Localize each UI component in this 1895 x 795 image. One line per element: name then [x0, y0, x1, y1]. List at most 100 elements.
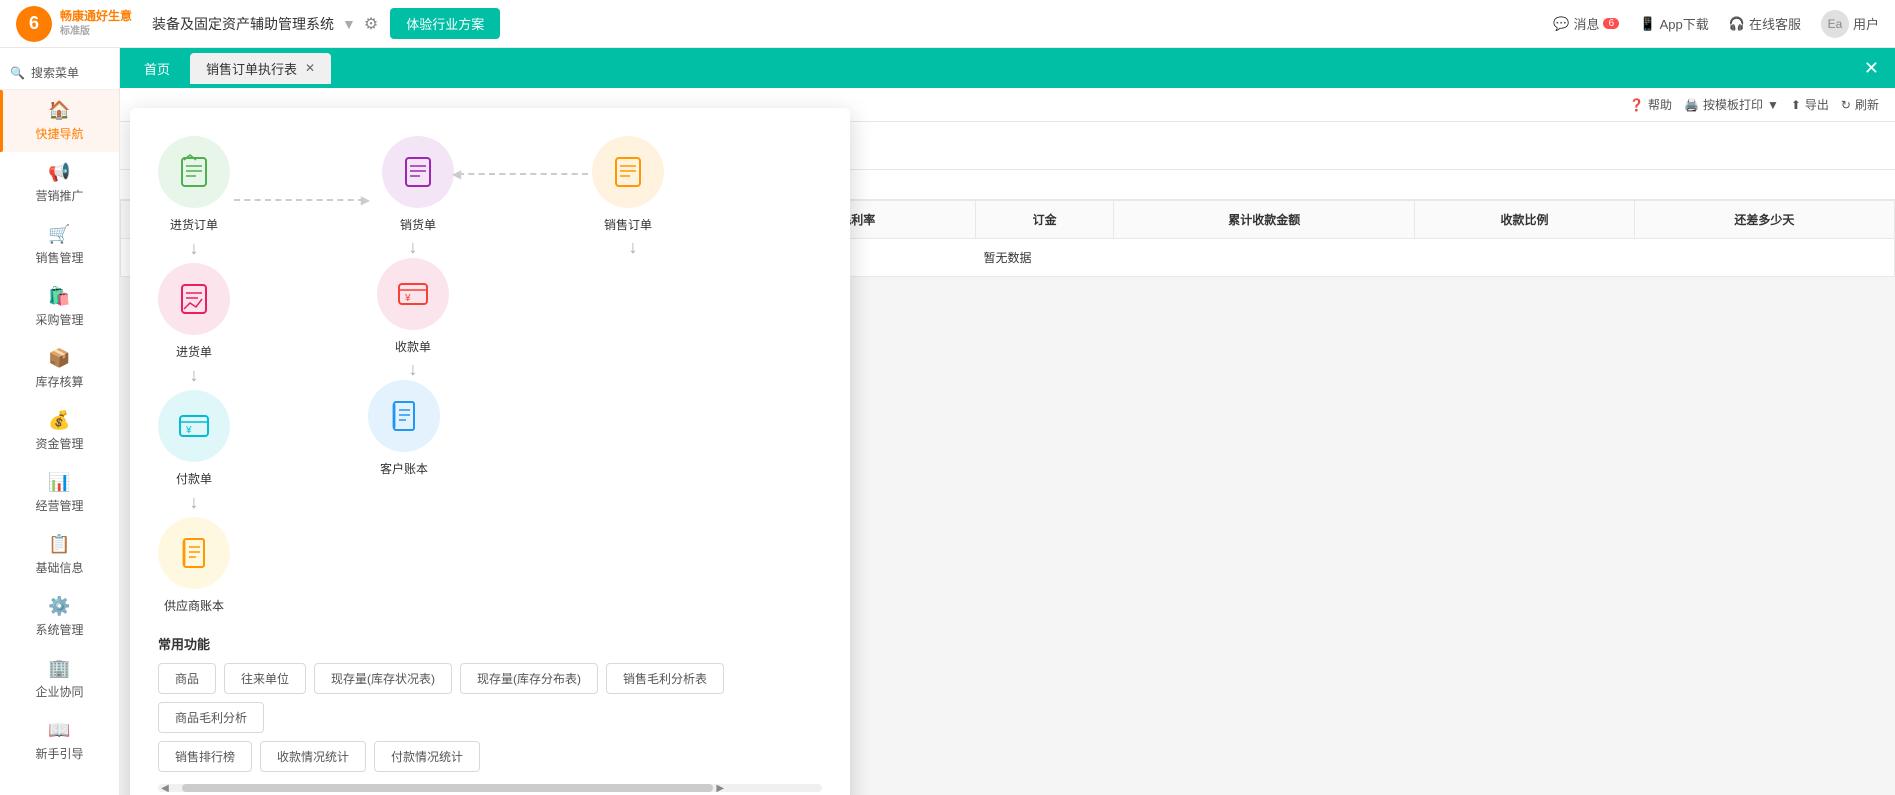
guide-icon: 📖 — [48, 720, 70, 741]
sidebar: 🔍 搜索菜单 🏠 快捷导航 📢 营销推广 🛒 销售管理 🛍️ 采购管理 📦 库存… — [0, 48, 120, 795]
sidebar-item-purchase[interactable]: 🛍️ 采购管理 — [0, 276, 119, 338]
svg-text:¥: ¥ — [404, 293, 411, 304]
func-buttons-row1: 商品 往来单位 现存量(库存状况表) 现存量(库存分布表) 销售毛利分析表 商品… — [158, 663, 822, 733]
top-right-row: 销货单 ◀ — [382, 136, 664, 233]
message-badge: 6 — [1603, 18, 1619, 29]
sidebar-item-base-info[interactable]: 📋 基础信息 — [0, 524, 119, 586]
template-print-btn[interactable]: 🖨️ 按模板打印 ▼ — [1684, 96, 1779, 113]
close-all-button[interactable]: ✕ — [1856, 54, 1887, 83]
purchase-order-label: 进货订单 — [170, 216, 218, 233]
down-arrow-receipt: ↓ — [368, 355, 678, 380]
col-collection-ratio: 收款比例 — [1415, 201, 1635, 239]
refresh-btn[interactable]: ↻ 刷新 — [1841, 96, 1879, 113]
phone-icon: 📱 — [1639, 16, 1655, 32]
common-functions-section: 常用功能 商品 往来单位 现存量(库存状况表) 现存量(库存分布表) 销售毛利分… — [158, 634, 822, 772]
middle-right-row: ¥ 收款单 — [377, 258, 669, 355]
left-flow-col: 进货订单 ↓ 进货单 ↓ — [158, 136, 230, 614]
supplier-book-label: 供应商账本 — [164, 597, 224, 614]
func-btn-sales-rank[interactable]: 销售排行榜 — [158, 741, 252, 772]
dropdown-icon[interactable]: ▼ — [342, 16, 356, 32]
search-icon: 🔍 — [10, 66, 25, 80]
sales-order-circle — [592, 136, 664, 208]
sidebar-item-inventory[interactable]: 📦 库存核算 — [0, 338, 119, 400]
trial-btn[interactable]: 体验行业方案 — [390, 8, 500, 39]
customer-book-node[interactable]: 客户账本 — [368, 380, 440, 477]
receipt-bill-label: 收款单 — [395, 338, 431, 355]
sales-bill-node[interactable]: 销货单 — [382, 136, 454, 233]
sidebar-item-finance[interactable]: 💰 资金管理 — [0, 400, 119, 462]
sales-order-tab-label: 销售订单执行表 — [206, 59, 297, 78]
col-deposit: 订金 — [975, 201, 1114, 239]
headset-icon: 🎧 — [1729, 16, 1745, 32]
sales-order-label: 销售订单 — [604, 216, 652, 233]
sidebar-item-quick-nav[interactable]: 🏠 快捷导航 — [0, 90, 119, 152]
page-content: ❓ 帮助 🖨️ 按模板打印 ▼ ⬆ 导出 ↻ 刷新 — [120, 88, 1895, 795]
arrow-down-3: ↓ — [190, 487, 199, 517]
common-functions-title: 常用功能 — [158, 634, 822, 653]
middle-arrows: ▶ — [230, 136, 368, 542]
content-area: 首页 销售订单执行表 ✕ ✕ ❓ 帮助 🖨️ 按模板打印 ▼ — [120, 48, 1895, 795]
purchase-order-node[interactable]: 进货订单 — [158, 136, 230, 233]
supplier-book-node[interactable]: 供应商账本 — [158, 517, 230, 614]
export-btn[interactable]: ⬆ 导出 — [1791, 96, 1829, 113]
func-btn-stock-dist[interactable]: 现存量(库存分布表) — [460, 663, 598, 694]
settings-icon[interactable]: ⚙ — [364, 14, 378, 34]
func-btn-product-profit[interactable]: 商品毛利分析 — [158, 702, 264, 733]
scroll-left-btn[interactable]: ◀ — [158, 781, 172, 795]
system-title-text: 装备及固定资产辅助管理系统 — [152, 14, 334, 34]
message-btn[interactable]: 💬 消息 6 — [1553, 14, 1619, 33]
export-icon: ⬆ — [1791, 98, 1801, 112]
payment-bill-label: 付款单 — [176, 470, 212, 487]
purchase-bill-node[interactable]: 进货单 — [158, 263, 230, 360]
receipt-bill-node-left[interactable]: ¥ 收款单 — [377, 258, 449, 355]
sales-icon: 🛒 — [48, 224, 70, 245]
sidebar-item-enterprise[interactable]: 🏢 企业协同 — [0, 648, 119, 710]
col-days-remaining: 还差多少天 — [1634, 201, 1894, 239]
sidebar-item-sys-mgmt[interactable]: ⚙️ 系统管理 — [0, 586, 119, 648]
help-btn[interactable]: ❓ 帮助 — [1629, 96, 1672, 113]
refresh-icon: ↻ — [1841, 98, 1851, 112]
sidebar-item-sales[interactable]: 🛒 销售管理 — [0, 214, 119, 276]
sidebar-item-marketing[interactable]: 📢 营销推广 — [0, 152, 119, 214]
sales-bill-label: 销货单 — [400, 216, 436, 233]
search-menu-btn[interactable]: 🔍 搜索菜单 — [0, 56, 119, 90]
payment-bill-node[interactable]: ¥ 付款单 — [158, 390, 230, 487]
func-btn-product[interactable]: 商品 — [158, 663, 216, 694]
user-menu[interactable]: Ea 用户 — [1821, 10, 1879, 38]
customer-book-circle — [368, 380, 440, 452]
arrow-down-2: ↓ — [190, 360, 199, 390]
func-btn-sales-profit[interactable]: 销售毛利分析表 — [606, 663, 724, 694]
inventory-icon: 📦 — [48, 348, 70, 369]
func-btn-collection-stats[interactable]: 收款情况统计 — [260, 741, 366, 772]
scroll-thumb[interactable] — [182, 784, 713, 792]
tab-close-icon[interactable]: ✕ — [305, 61, 315, 75]
help-icon: ❓ — [1629, 98, 1644, 112]
top-header: 6 畅康通好生意 标准版 装备及固定资产辅助管理系统 ▼ ⚙ 体验行业方案 💬 … — [0, 0, 1895, 48]
sys-mgmt-icon: ⚙️ — [48, 596, 70, 617]
payment-bill-circle: ¥ — [158, 390, 230, 462]
customer-book-label: 客户账本 — [380, 460, 428, 477]
modal-box: 进货订单 ↓ 进货单 ↓ — [130, 108, 850, 795]
h-arrow-1: ▶ — [230, 164, 368, 236]
customer-book-row: 客户账本 — [368, 380, 678, 477]
tab-home[interactable]: 首页 — [128, 53, 186, 84]
func-buttons-row2: 销售排行榜 收款情况统计 付款情况统计 — [158, 741, 822, 772]
col-total-collected: 累计收款金额 — [1114, 201, 1415, 239]
sidebar-item-operations[interactable]: 📊 经营管理 — [0, 462, 119, 524]
purchase-order-circle — [158, 136, 230, 208]
header-right: 💬 消息 6 📱 App下载 🎧 在线客服 Ea 用户 — [1553, 10, 1879, 38]
print-icon: 🖨️ — [1684, 98, 1699, 112]
purchase-icon: 🛍️ — [48, 286, 70, 307]
receipt-bill-circle: ¥ — [377, 258, 449, 330]
arrow-down-1: ↓ — [190, 233, 199, 263]
func-btn-stock-status[interactable]: 现存量(库存状况表) — [314, 663, 452, 694]
scroll-right-btn[interactable]: ▶ — [713, 781, 727, 795]
online-service-btn[interactable]: 🎧 在线客服 — [1729, 14, 1801, 33]
func-btn-payment-stats[interactable]: 付款情况统计 — [374, 741, 480, 772]
operations-icon: 📊 — [48, 472, 70, 493]
app-download-btn[interactable]: 📱 App下载 — [1639, 14, 1708, 33]
tab-sales-order[interactable]: 销售订单执行表 ✕ — [190, 53, 331, 84]
sidebar-item-new-guide[interactable]: 📖 新手引导 — [0, 710, 119, 772]
func-btn-partner[interactable]: 往来单位 — [224, 663, 306, 694]
sales-order-node[interactable]: 销售订单 — [592, 136, 664, 233]
